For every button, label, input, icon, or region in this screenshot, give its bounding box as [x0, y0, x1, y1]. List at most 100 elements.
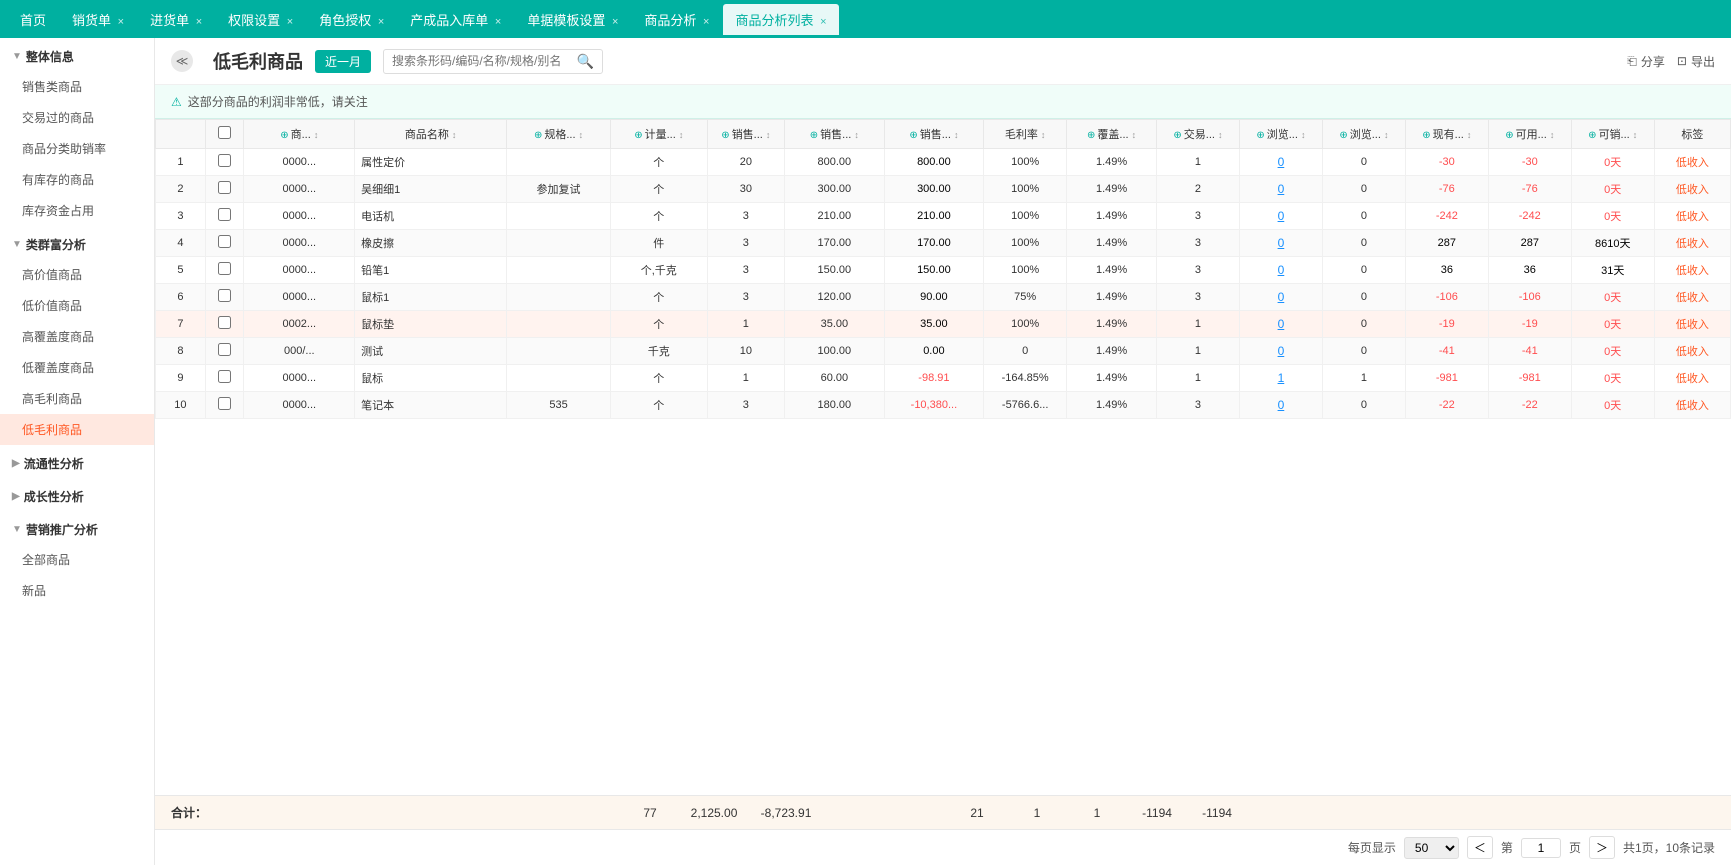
nav-close-template[interactable]: ×	[612, 16, 618, 28]
prev-page-button[interactable]: ＜	[1467, 836, 1493, 859]
notice-text: 这部分商品的利润非常低，请关注	[188, 93, 368, 110]
sidebar-item-traded-products[interactable]: 交易过的商品	[0, 102, 154, 133]
browse1-link[interactable]: 0	[1278, 155, 1285, 169]
th-browse1[interactable]: ⊕浏览... ↕	[1239, 120, 1322, 149]
cell-checkbox[interactable]	[205, 311, 244, 338]
search-input[interactable]	[392, 54, 577, 68]
th-browse2[interactable]: ⊕浏览... ↕	[1322, 120, 1405, 149]
sidebar-item-low-margin[interactable]: 低毛利商品	[0, 414, 154, 445]
browse1-link[interactable]: 1	[1278, 371, 1285, 385]
sidebar-item-high-margin[interactable]: 高毛利商品	[0, 383, 154, 414]
row-checkbox[interactable]	[218, 154, 231, 167]
share-button[interactable]: ⎗ 分享	[1627, 53, 1665, 70]
sidebar-group-cluster[interactable]: ▼ 类群富分析	[0, 226, 154, 259]
nav-roles[interactable]: 角色授权 ×	[307, 4, 396, 35]
sidebar-item-all-products[interactable]: 全部商品	[0, 544, 154, 575]
row-checkbox[interactable]	[218, 208, 231, 221]
nav-close-roles[interactable]: ×	[378, 16, 384, 28]
cell-checkbox[interactable]	[205, 392, 244, 419]
nav-purchase[interactable]: 进货单 ×	[138, 4, 214, 35]
sidebar-item-capital[interactable]: 库存资金占用	[0, 195, 154, 226]
nav-close-product-entry[interactable]: ×	[495, 16, 501, 28]
row-checkbox[interactable]	[218, 181, 231, 194]
cell-spec: 参加复试	[507, 176, 611, 203]
per-page-select[interactable]: 50 100 200	[1404, 837, 1459, 859]
th-checkbox[interactable]	[205, 120, 244, 149]
cell-checkbox[interactable]	[205, 257, 244, 284]
nav-close-product-analysis[interactable]: ×	[703, 16, 709, 28]
nav-permissions[interactable]: 权限设置 ×	[216, 4, 305, 35]
th-product-code[interactable]: ⊕商... ↕	[244, 120, 355, 149]
sidebar-item-high-value[interactable]: 高价值商品	[0, 259, 154, 290]
nav-close-permissions[interactable]: ×	[287, 16, 293, 28]
row-checkbox[interactable]	[218, 289, 231, 302]
nav-template[interactable]: 单据模板设置 ×	[515, 4, 630, 35]
cell-checkbox[interactable]	[205, 149, 244, 176]
sidebar-item-low-coverage[interactable]: 低覆盖度商品	[0, 352, 154, 383]
sidebar-group-marketing[interactable]: ▼ 营销推广分析	[0, 511, 154, 544]
row-checkbox[interactable]	[218, 343, 231, 356]
collapse-sidebar-button[interactable]: ≪	[171, 50, 193, 72]
nav-product-entry[interactable]: 产成品入库单 ×	[398, 4, 513, 35]
th-cover[interactable]: ⊕覆盖... ↕	[1067, 120, 1157, 149]
browse1-link[interactable]: 0	[1278, 182, 1285, 196]
browse1-link[interactable]: 0	[1278, 263, 1285, 277]
nav-sales[interactable]: 销货单 ×	[60, 4, 136, 35]
browse1-link[interactable]: 0	[1278, 317, 1285, 331]
row-checkbox[interactable]	[218, 235, 231, 248]
th-product-name[interactable]: 商品名称 ↕	[355, 120, 507, 149]
row-checkbox[interactable]	[218, 262, 231, 275]
sidebar-item-stocked-products[interactable]: 有库存的商品	[0, 164, 154, 195]
period-button[interactable]: 近一月	[315, 50, 371, 73]
nav-close-analysis-list[interactable]: ×	[820, 16, 826, 28]
th-curr-stock[interactable]: ⊕现有... ↕	[1405, 120, 1488, 149]
sidebar-item-low-value[interactable]: 低价值商品	[0, 290, 154, 321]
browse1-link[interactable]: 0	[1278, 344, 1285, 358]
th-sales[interactable]: ⊕销售... ↕	[884, 120, 984, 149]
th-profit-rate[interactable]: 毛利率 ↕	[984, 120, 1067, 149]
select-all-checkbox[interactable]	[218, 126, 231, 139]
cell-checkbox[interactable]	[205, 203, 244, 230]
export-button[interactable]: ⊡ 导出	[1677, 53, 1715, 70]
nav-home[interactable]: 首页	[8, 4, 58, 35]
cell-browse1[interactable]: 1	[1239, 365, 1322, 392]
sidebar-group-circulation[interactable]: ▶ 流通性分析	[0, 445, 154, 478]
cell-code: 000/...	[244, 338, 355, 365]
th-trade[interactable]: ⊕交易... ↕	[1157, 120, 1240, 149]
th-spec[interactable]: ⊕规格... ↕	[507, 120, 611, 149]
cell-sales: 800.00	[884, 149, 984, 176]
nav-close-sales[interactable]: ×	[118, 16, 124, 28]
sidebar-item-category-rate[interactable]: 商品分类助销率	[0, 133, 154, 164]
row-checkbox[interactable]	[218, 316, 231, 329]
th-qty[interactable]: ⊕销售... ↕	[707, 120, 784, 149]
cell-checkbox[interactable]	[205, 176, 244, 203]
next-page-button[interactable]: ＞	[1589, 836, 1615, 859]
sidebar-item-new-products[interactable]: 新品	[0, 575, 154, 606]
nav-product-analysis[interactable]: 商品分析 ×	[632, 4, 721, 35]
cell-checkbox[interactable]	[205, 338, 244, 365]
nav-analysis-list[interactable]: 商品分析列表 ×	[723, 4, 838, 35]
row-checkbox[interactable]	[218, 397, 231, 410]
th-price[interactable]: ⊕销售... ↕	[785, 120, 885, 149]
browse1-link[interactable]: 0	[1278, 209, 1285, 223]
sidebar-item-sales-products[interactable]: 销售类商品	[0, 71, 154, 102]
page-input[interactable]	[1521, 838, 1561, 858]
sidebar-item-high-coverage[interactable]: 高覆盖度商品	[0, 321, 154, 352]
browse1-link[interactable]: 0	[1278, 236, 1285, 250]
browse1-link[interactable]: 0	[1278, 398, 1285, 412]
row-checkbox[interactable]	[218, 370, 231, 383]
th-sale-days[interactable]: ⊕可销... ↕	[1571, 120, 1654, 149]
sidebar-group-growth[interactable]: ▶ 成长性分析	[0, 478, 154, 511]
cell-checkbox[interactable]	[205, 365, 244, 392]
browse1-link[interactable]: 0	[1278, 290, 1285, 304]
tag-label: 低收入	[1676, 184, 1709, 196]
cell-checkbox[interactable]	[205, 230, 244, 257]
nav-close-purchase[interactable]: ×	[196, 16, 202, 28]
cell-checkbox[interactable]	[205, 284, 244, 311]
sidebar-group-overall[interactable]: ▼ 整体信息	[0, 38, 154, 71]
th-avail-stock[interactable]: ⊕可用... ↕	[1488, 120, 1571, 149]
th-unit[interactable]: ⊕计量... ↕	[610, 120, 707, 149]
table-container[interactable]: ⊕商... ↕ 商品名称 ↕ ⊕规格... ↕ ⊕计量... ↕ ⊕销售... …	[155, 119, 1731, 795]
summary-trade: 21	[947, 806, 1007, 820]
cell-qty: 3	[707, 284, 784, 311]
